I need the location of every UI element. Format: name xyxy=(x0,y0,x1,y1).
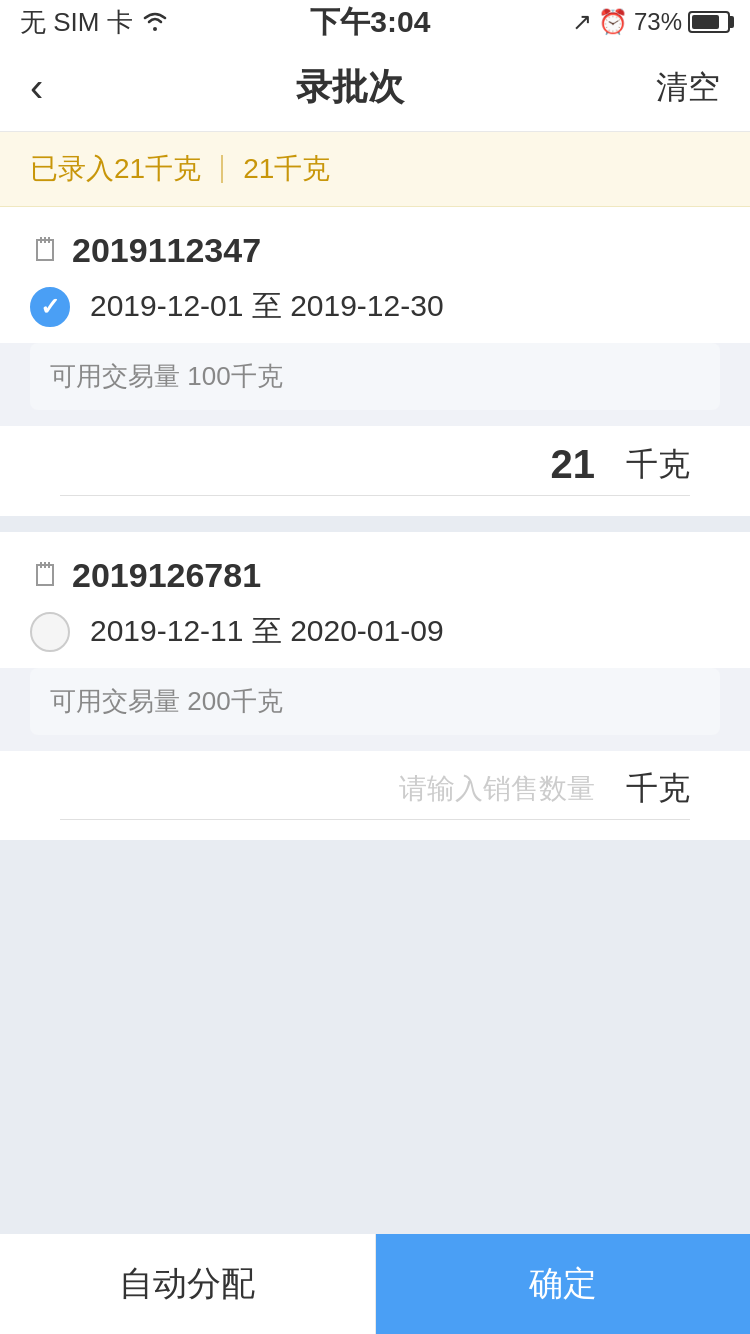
card-2-date-row: 2019-12-11 至 2020-01-09 xyxy=(30,611,720,652)
location-icon: ↗ xyxy=(572,8,592,36)
card-1-amount-section: 千克 xyxy=(0,426,750,516)
batch-id-2: 2019126781 xyxy=(72,556,261,595)
card-2-amount-row: 千克 xyxy=(30,751,720,811)
card-1-date: 2019-12-01 至 2019-12-30 xyxy=(90,286,444,327)
card-2-date: 2019-12-11 至 2020-01-09 xyxy=(90,611,444,652)
clear-button[interactable]: 清空 xyxy=(656,66,720,110)
radio-2[interactable] xyxy=(30,612,70,652)
card-2-divider xyxy=(60,819,690,820)
wifi-icon xyxy=(141,7,169,38)
batch-id-1: 2019112347 xyxy=(72,231,261,270)
sim-status: 无 SIM 卡 xyxy=(20,5,133,40)
card-1-available: 可用交易量 100千克 xyxy=(30,343,720,410)
info-divider xyxy=(221,155,223,183)
section-separator-1 xyxy=(0,516,750,532)
battery-icon xyxy=(688,11,730,33)
batch-icon-2: 🗒 xyxy=(30,557,62,594)
auto-distribute-button[interactable]: 自动分配 xyxy=(0,1234,376,1334)
card-1-divider xyxy=(60,495,690,496)
card-2-header: 🗒 2019126781 xyxy=(30,556,720,595)
batch-card-2: 🗒 2019126781 2019-12-11 至 2020-01-09 xyxy=(0,532,750,668)
status-bar: 无 SIM 卡 下午3:04 ↗ ⏰ 73% xyxy=(0,0,750,44)
card-1-amount-row: 千克 xyxy=(30,426,720,487)
status-right: ↗ ⏰ 73% xyxy=(572,8,730,36)
info-banner: 已录入21千克 21千克 xyxy=(0,132,750,207)
card-1-unit: 千克 xyxy=(626,443,690,487)
card-2-amount-input[interactable] xyxy=(270,773,610,805)
nav-bar: ‹ 录批次 清空 xyxy=(0,44,750,132)
confirm-button[interactable]: 确定 xyxy=(376,1234,751,1334)
batch-card-1: 🗒 2019112347 2019-12-01 至 2019-12-30 xyxy=(0,207,750,343)
batch-icon-1: 🗒 xyxy=(30,232,62,269)
card-2-amount-section: 千克 xyxy=(0,751,750,840)
card-1-header: 🗒 2019112347 xyxy=(30,231,720,270)
card-1-date-row: 2019-12-01 至 2019-12-30 xyxy=(30,286,720,327)
card-1-amount-input[interactable] xyxy=(490,442,610,487)
alarm-icon: ⏰ xyxy=(598,8,628,36)
card-2-unit: 千克 xyxy=(626,767,690,811)
footer: 自动分配 确定 xyxy=(0,1234,750,1334)
back-button[interactable]: ‹ xyxy=(30,65,43,110)
radio-1[interactable] xyxy=(30,287,70,327)
battery-percentage: 73% xyxy=(634,8,682,36)
status-time: 下午3:04 xyxy=(310,2,430,43)
card-2-available: 可用交易量 200千克 xyxy=(30,668,720,735)
info-recorded-label: 已录入21千克 xyxy=(30,150,201,188)
info-value: 21千克 xyxy=(243,150,330,188)
page-title: 录批次 xyxy=(296,63,404,112)
status-left: 无 SIM 卡 xyxy=(20,5,169,40)
